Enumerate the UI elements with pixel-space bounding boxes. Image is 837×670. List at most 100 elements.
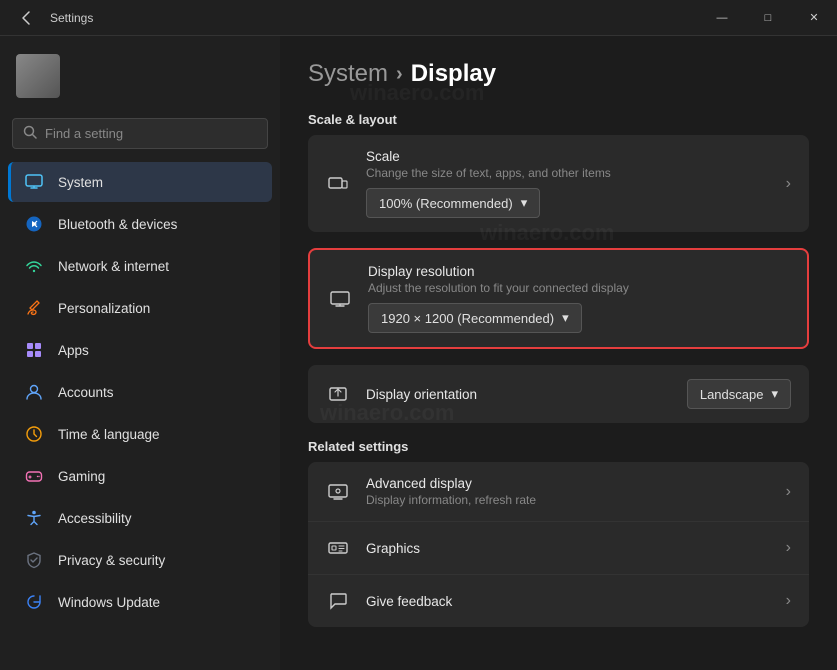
advanced-display-content: Advanced display Display information, re…	[366, 476, 770, 507]
scale-icon	[326, 172, 350, 196]
give-feedback-item[interactable]: Give feedback ›	[308, 575, 809, 627]
orientation-dropdown[interactable]: Landscape ▾	[687, 379, 791, 409]
chevron-right-icon: ›	[786, 175, 791, 193]
resolution-icon	[328, 287, 352, 311]
titlebar: Settings — □ ✕	[0, 0, 837, 36]
avatar	[16, 54, 60, 98]
resolution-dropdown[interactable]: 1920 × 1200 (Recommended) ▾	[368, 303, 582, 333]
sidebar-item-accessibility[interactable]: Accessibility	[8, 498, 272, 538]
sidebar-item-apps-label: Apps	[58, 343, 89, 358]
titlebar-title: Settings	[50, 11, 93, 25]
advanced-display-item[interactable]: Advanced display Display information, re…	[308, 462, 809, 522]
sidebar-item-update-label: Windows Update	[58, 595, 160, 610]
page-header: System › Display	[308, 60, 809, 88]
breadcrumb-separator: ›	[396, 63, 403, 86]
sidebar-item-network-label: Network & internet	[58, 259, 169, 274]
give-feedback-right: ›	[786, 592, 791, 610]
resolution-desc: Adjust the resolution to fit your connec…	[368, 281, 789, 295]
sidebar-item-privacy[interactable]: Privacy & security	[8, 540, 272, 580]
give-feedback-content: Give feedback	[366, 594, 770, 609]
sidebar-item-personalization-label: Personalization	[58, 301, 150, 316]
scale-layout-section-title: Scale & layout	[308, 112, 809, 127]
related-settings-section-title: Related settings	[308, 439, 809, 454]
graphics-content: Graphics	[366, 541, 770, 556]
graphics-title: Graphics	[366, 541, 770, 556]
related-settings-card: Advanced display Display information, re…	[308, 462, 809, 627]
chevron-down-icon-2: ▾	[562, 310, 569, 326]
chevron-down-icon-3: ▾	[771, 386, 778, 402]
chevron-right-icon-3: ›	[786, 539, 791, 557]
back-button[interactable]	[12, 4, 40, 32]
sidebar-item-time-label: Time & language	[58, 427, 160, 442]
breadcrumb: System › Display	[308, 60, 809, 88]
orientation-title: Display orientation	[366, 387, 671, 402]
scale-value: 100% (Recommended)	[379, 196, 513, 211]
orientation-content: Display orientation	[366, 387, 671, 402]
scale-content: Scale Change the size of text, apps, and…	[366, 149, 770, 218]
sidebar-item-time[interactable]: Time & language	[8, 414, 272, 454]
shield-icon	[24, 550, 44, 570]
person-icon	[24, 382, 44, 402]
avatar-image	[16, 54, 60, 98]
breadcrumb-parent: System	[308, 60, 388, 88]
breadcrumb-current: Display	[411, 60, 496, 88]
sidebar-item-personalization[interactable]: Personalization	[8, 288, 272, 328]
graphics-icon	[326, 536, 350, 560]
orientation-item: Display orientation Landscape ▾	[308, 365, 809, 423]
user-profile	[0, 44, 280, 114]
graphics-right: ›	[786, 539, 791, 557]
sidebar-item-bluetooth-label: Bluetooth & devices	[58, 217, 177, 232]
bluetooth-icon	[24, 214, 44, 234]
scale-right: ›	[786, 175, 791, 193]
chevron-down-icon: ▾	[521, 195, 528, 211]
sidebar-item-apps[interactable]: Apps	[8, 330, 272, 370]
sidebar-item-accounts-label: Accounts	[58, 385, 114, 400]
sidebar-item-accessibility-label: Accessibility	[58, 511, 132, 526]
sidebar-item-gaming-label: Gaming	[58, 469, 105, 484]
search-input[interactable]	[45, 126, 257, 141]
orientation-value: Landscape	[700, 387, 764, 402]
minimize-button[interactable]: —	[699, 0, 745, 36]
app-layout: System Bluetooth & devices	[0, 36, 837, 670]
main-content: winaero.com winaero.com winaero.com Syst…	[280, 36, 837, 670]
wifi-icon	[24, 256, 44, 276]
accessibility-icon	[24, 508, 44, 528]
chevron-right-icon-4: ›	[786, 592, 791, 610]
sidebar-item-system-label: System	[58, 175, 103, 190]
sidebar: System Bluetooth & devices	[0, 36, 280, 670]
advanced-display-icon	[326, 480, 350, 504]
advanced-display-right: ›	[786, 483, 791, 501]
scale-card: Scale Change the size of text, apps, and…	[308, 135, 809, 232]
resolution-content: Display resolution Adjust the resolution…	[368, 264, 789, 333]
resolution-title: Display resolution	[368, 264, 789, 279]
scale-item: Scale Change the size of text, apps, and…	[308, 135, 809, 232]
chevron-right-icon-2: ›	[786, 483, 791, 501]
apps-icon	[24, 340, 44, 360]
update-icon	[24, 592, 44, 612]
clock-icon	[24, 424, 44, 444]
sidebar-item-bluetooth[interactable]: Bluetooth & devices	[8, 204, 272, 244]
scale-dropdown[interactable]: 100% (Recommended) ▾	[366, 188, 540, 218]
resolution-card: Display resolution Adjust the resolution…	[308, 248, 809, 349]
advanced-display-desc: Display information, refresh rate	[366, 493, 770, 507]
scale-desc: Change the size of text, apps, and other…	[366, 166, 770, 180]
gamepad-icon	[24, 466, 44, 486]
sidebar-item-update[interactable]: Windows Update	[8, 582, 272, 622]
sidebar-item-network[interactable]: Network & internet	[8, 246, 272, 286]
scale-title: Scale	[366, 149, 770, 164]
sidebar-item-system[interactable]: System	[8, 162, 272, 202]
sidebar-item-gaming[interactable]: Gaming	[8, 456, 272, 496]
search-box[interactable]	[12, 118, 268, 149]
titlebar-controls: — □ ✕	[699, 0, 837, 36]
orientation-icon	[326, 382, 350, 406]
orientation-card: Display orientation Landscape ▾	[308, 365, 809, 423]
close-button[interactable]: ✕	[791, 0, 837, 36]
graphics-item[interactable]: Graphics ›	[308, 522, 809, 575]
maximize-button[interactable]: □	[745, 0, 791, 36]
sidebar-item-accounts[interactable]: Accounts	[8, 372, 272, 412]
search-icon	[23, 125, 37, 142]
give-feedback-title: Give feedback	[366, 594, 770, 609]
titlebar-left: Settings	[12, 4, 93, 32]
monitor-icon	[24, 172, 44, 192]
orientation-right: Landscape ▾	[687, 379, 791, 409]
